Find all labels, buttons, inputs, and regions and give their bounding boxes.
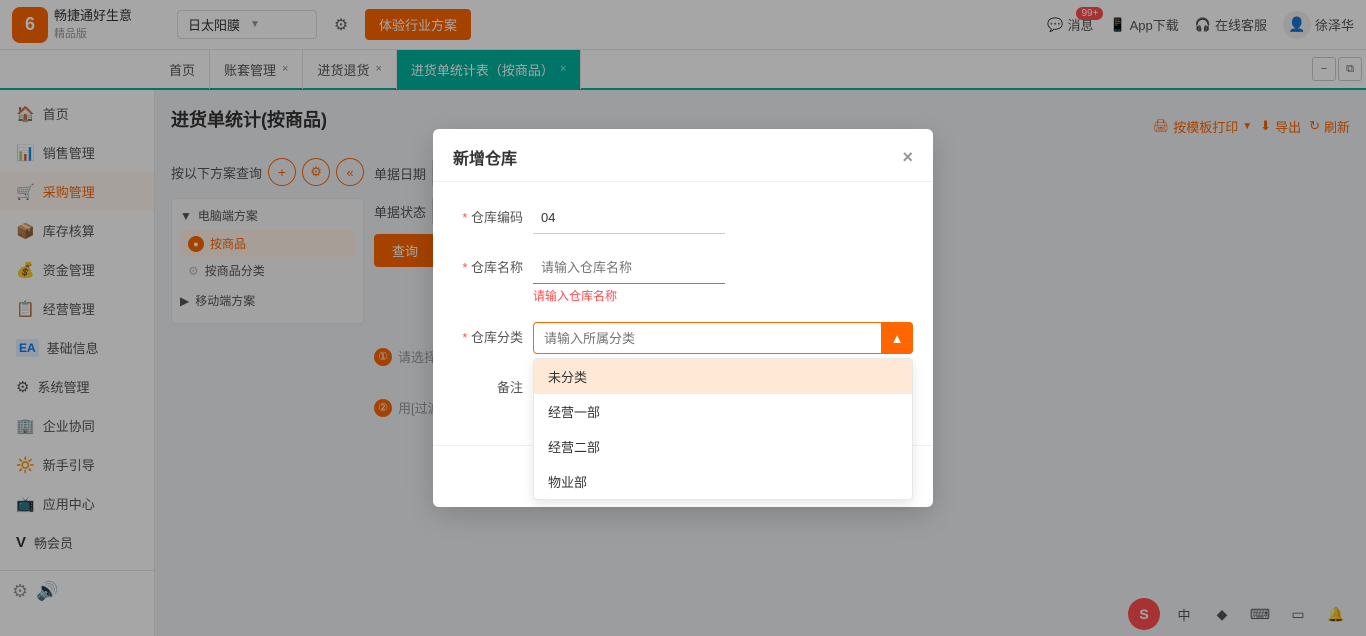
dropdown-option-unclassified[interactable]: 未分类: [534, 359, 912, 394]
category-dropdown-wrapper: ▲ 未分类 经营一部 经营二部 物业部: [533, 322, 913, 354]
chevron-up-icon: ▲: [891, 331, 904, 346]
name-form-row: 仓库名称 请输入仓库名称: [453, 252, 913, 304]
name-input[interactable]: [533, 252, 725, 284]
code-input-wrapper: [533, 202, 913, 234]
modal-header: 新增仓库 ×: [433, 129, 933, 182]
code-label: 仓库编码: [453, 202, 533, 234]
modal-body: 仓库编码 仓库名称 请输入仓库名称 仓库分类 ▲: [433, 182, 933, 445]
category-dropdown-toggle[interactable]: ▲: [881, 322, 913, 354]
code-input[interactable]: [533, 202, 725, 234]
name-input-wrapper: 请输入仓库名称: [533, 252, 913, 304]
category-dropdown-menu: 未分类 经营一部 经营二部 物业部: [533, 358, 913, 500]
modal-close-button[interactable]: ×: [902, 147, 913, 168]
dropdown-option-ops1[interactable]: 经营一部: [534, 394, 912, 429]
dropdown-option-ops2[interactable]: 经营二部: [534, 429, 912, 464]
note-label: 备注: [453, 372, 533, 404]
category-input[interactable]: [533, 322, 913, 354]
category-label: 仓库分类: [453, 322, 533, 354]
name-error-msg: 请输入仓库名称: [533, 287, 913, 304]
name-label: 仓库名称: [453, 252, 533, 284]
modal-title: 新增仓库: [453, 145, 517, 169]
code-form-row: 仓库编码: [453, 202, 913, 234]
dropdown-option-property[interactable]: 物业部: [534, 464, 912, 499]
modal-overlay: 新增仓库 × 仓库编码 仓库名称 请输入仓库名称 仓库分类: [0, 0, 1366, 636]
category-form-row: 仓库分类 ▲ 未分类 经营一部 经营二部 物业部: [453, 322, 913, 354]
add-warehouse-modal: 新增仓库 × 仓库编码 仓库名称 请输入仓库名称 仓库分类: [433, 129, 933, 507]
